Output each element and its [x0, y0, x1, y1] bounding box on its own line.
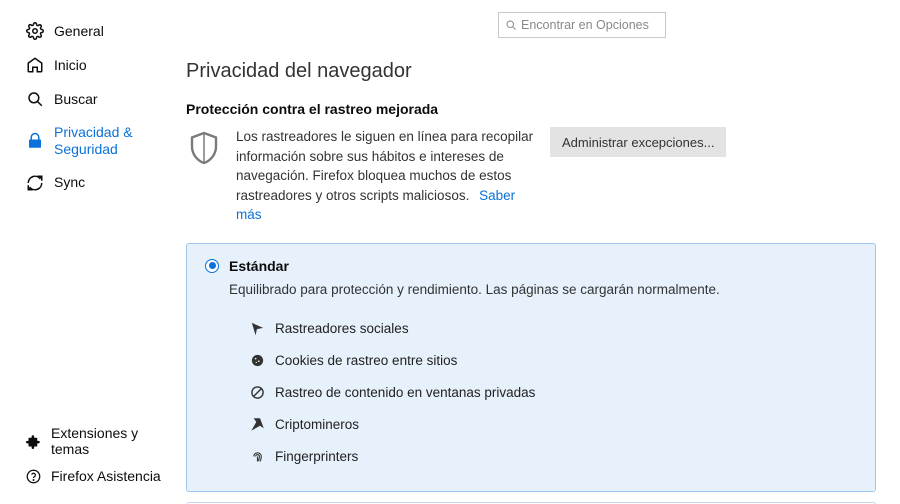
puzzle-icon	[26, 434, 41, 449]
content-tracking-icon	[249, 385, 265, 401]
option-title: Estándar	[229, 258, 289, 274]
sidebar-item-sync[interactable]: Sync	[20, 166, 180, 200]
search-input[interactable]	[521, 18, 659, 32]
option-desc: Equilibrado para protección y rendimient…	[229, 282, 857, 297]
sidebar-item-label: General	[54, 23, 104, 40]
feature-item: Rastreadores sociales	[249, 313, 857, 345]
option-standard[interactable]: Estándar Equilibrado para protección y r…	[186, 243, 876, 492]
sidebar-item-label: Buscar	[54, 91, 98, 108]
social-trackers-icon	[249, 321, 265, 337]
cookies-icon	[249, 353, 265, 369]
sidebar-item-privacy[interactable]: Privacidad & Seguridad	[20, 116, 180, 166]
lock-icon	[26, 132, 44, 150]
sidebar-item-home[interactable]: Inicio	[20, 48, 180, 82]
sidebar-item-label: Firefox Asistencia	[51, 468, 161, 485]
feature-item: Fingerprinters	[249, 441, 857, 473]
radio-standard[interactable]	[205, 259, 219, 273]
page-title: Privacidad del navegador	[186, 60, 876, 83]
manage-exceptions-button[interactable]: Administrar excepciones...	[550, 127, 726, 157]
sidebar-item-label: Sync	[54, 174, 85, 191]
cryptominers-icon	[249, 417, 265, 433]
home-icon	[26, 56, 44, 74]
fingerprinters-icon	[249, 449, 265, 465]
section-title: Protección contra el rastreo mejorada	[186, 101, 876, 117]
shield-icon	[186, 127, 222, 225]
sidebar-item-extensions[interactable]: Extensiones y temas	[20, 420, 180, 464]
search-input-container[interactable]	[498, 12, 666, 38]
sidebar-item-label: Extensiones y temas	[51, 425, 174, 459]
search-icon	[505, 19, 517, 31]
sidebar-item-label: Privacidad & Seguridad	[54, 124, 174, 158]
intro-text: Los rastreadores le siguen en línea para…	[236, 127, 536, 225]
sync-icon	[26, 174, 44, 192]
feature-item: Criptomineros	[249, 409, 857, 441]
feature-item: Cookies de rastreo entre sitios	[249, 345, 857, 377]
search-icon	[26, 90, 44, 108]
sidebar-item-general[interactable]: General	[20, 14, 180, 48]
question-icon	[26, 469, 41, 484]
sidebar-item-label: Inicio	[54, 57, 87, 74]
sidebar-item-support[interactable]: Firefox Asistencia	[20, 463, 180, 490]
sidebar-item-search[interactable]: Buscar	[20, 82, 180, 116]
feature-item: Rastreo de contenido en ventanas privada…	[249, 377, 857, 409]
gear-icon	[26, 22, 44, 40]
